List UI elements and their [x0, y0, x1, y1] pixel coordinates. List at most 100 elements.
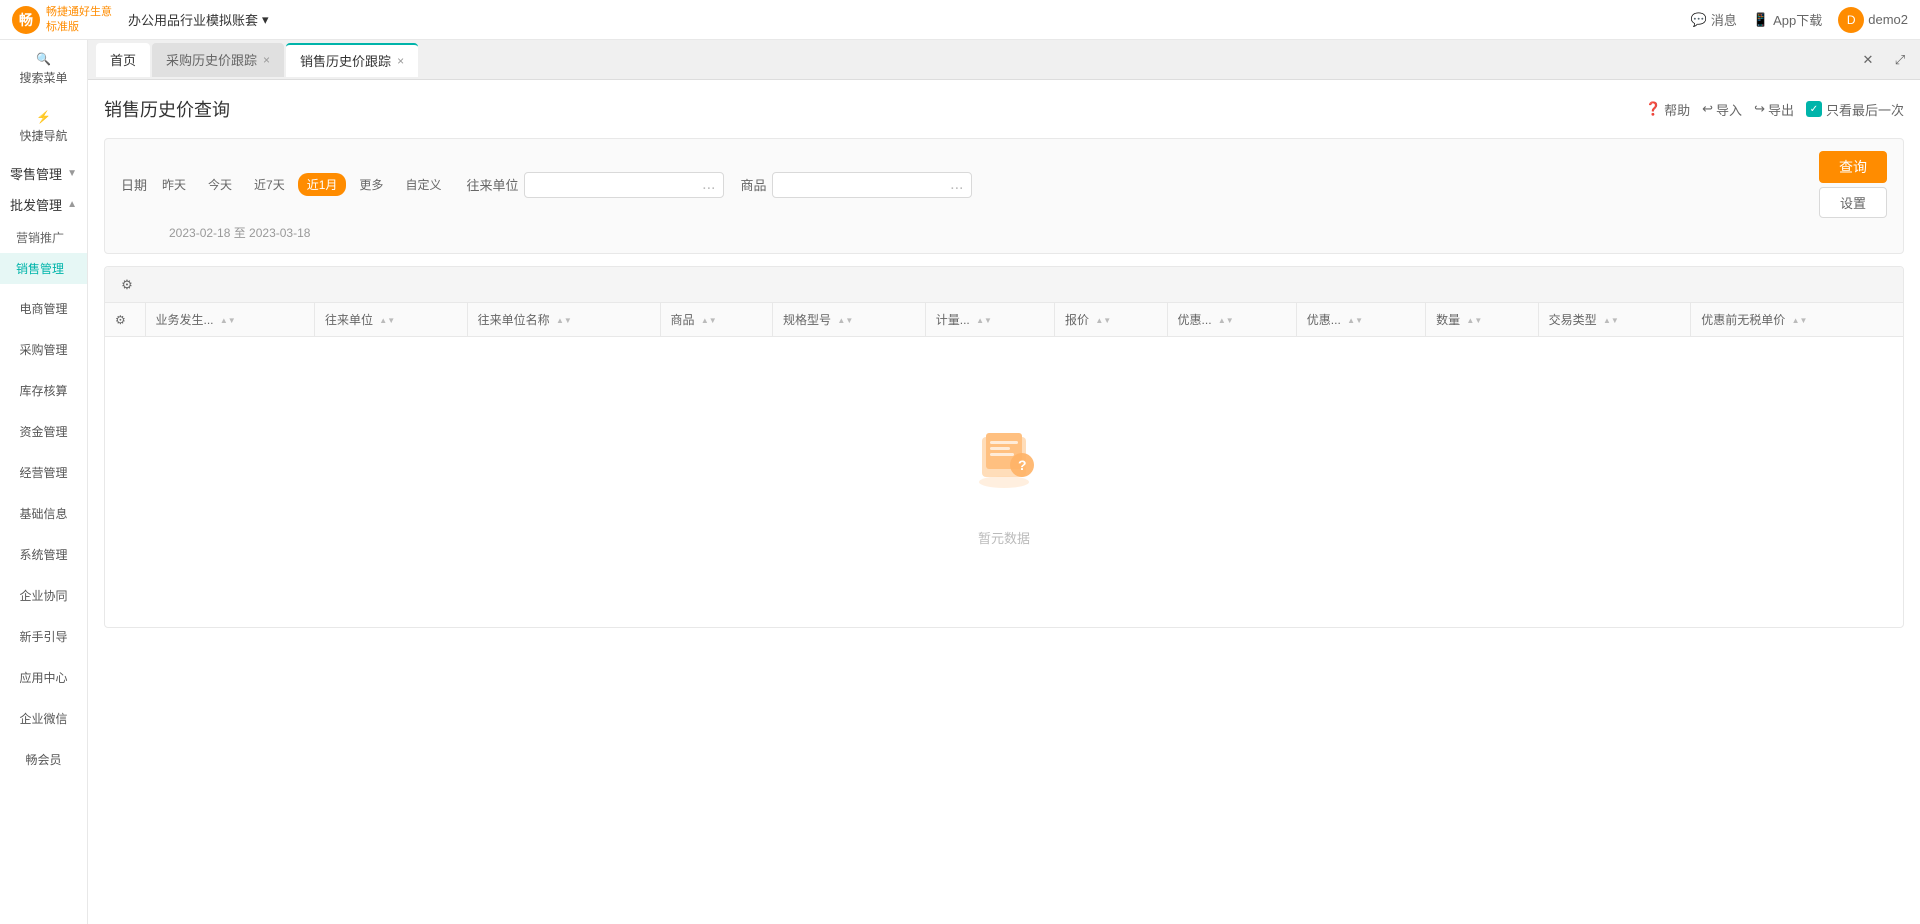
sort-arrows-partner-code: ▲▼ [379, 316, 395, 325]
export-button[interactable]: ↪ 导出 [1754, 100, 1794, 119]
sidebar-item-enterprise[interactable]: 企业协同 [0, 575, 87, 616]
import-icon: ↩ [1702, 101, 1713, 117]
empty-state: ? 暂元数据 [105, 337, 1903, 627]
sidebar-item-basic[interactable]: 基础信息 [0, 493, 87, 534]
maximize-button[interactable]: ⤢ [1888, 48, 1912, 72]
sidebar-item-shortcut[interactable]: ⚡ 快捷导航 [0, 98, 87, 156]
date-btn-more[interactable]: 更多 [350, 173, 392, 196]
col-settings: ⚙ [105, 303, 145, 337]
settings-button[interactable]: 设置 [1819, 187, 1887, 218]
sidebar-item-operation[interactable]: 经营管理 [0, 452, 87, 493]
tab-bar: 首页 采购历史价跟踪 × 销售历史价跟踪 × ✕ ⤢ [88, 40, 1920, 80]
date-btn-today[interactable]: 今天 [199, 173, 241, 196]
date-btn-custom[interactable]: 自定义 [396, 173, 450, 196]
col-goods[interactable]: 商品 ▲▼ [660, 303, 773, 337]
date-buttons: 昨天 今天 近7天 近1月 更多 自定义 [153, 173, 450, 196]
sidebar: 🔍 搜索菜单 ⚡ 快捷导航 零售管理 ▼ 批发管理 ▲ 营销推广 销售管理 电商… [0, 40, 88, 924]
close-all-tabs-button[interactable]: ✕ [1856, 48, 1880, 72]
col-trade-type[interactable]: 交易类型 ▲▼ [1538, 303, 1691, 337]
query-button[interactable]: 查询 [1819, 151, 1887, 183]
col-quantity[interactable]: 数量 ▲▼ [1426, 303, 1539, 337]
sort-arrows-spec: ▲▼ [837, 316, 853, 325]
table-header-row: ⚙ 业务发生... ▲▼ 往来单位 ▲▼ 往来单位名称 ▲ [105, 303, 1903, 337]
sidebar-section-wholesale[interactable]: 批发管理 ▲ [0, 187, 87, 218]
col-pretax-price[interactable]: 优惠前无税单价 ▲▼ [1691, 303, 1903, 337]
app-download-button[interactable]: 📱 App下载 [1753, 10, 1822, 29]
col-discount1[interactable]: 优惠... ▲▼ [1167, 303, 1296, 337]
partner-filter: 往来单位 ... [466, 172, 724, 198]
tab-sales-history[interactable]: 销售历史价跟踪 × [286, 43, 418, 77]
sidebar-item-finance[interactable]: 资金管理 [0, 411, 87, 452]
sidebar-item-appstore[interactable]: 应用中心 [0, 657, 87, 698]
empty-icon: ? [964, 417, 1044, 516]
tab-sales-history-close[interactable]: × [397, 54, 404, 68]
date-range-row: 2023-02-18 至 2023-03-18 [121, 222, 1887, 241]
import-button[interactable]: ↩ 导入 [1702, 100, 1742, 119]
sidebar-item-guide[interactable]: 新手引导 [0, 616, 87, 657]
partner-input[interactable]: ... [524, 172, 724, 198]
col-partner-code[interactable]: 往来单位 ▲▼ [314, 303, 467, 337]
help-icon: ❓ [1645, 101, 1661, 117]
tab-home[interactable]: 首页 [96, 43, 150, 77]
lightning-icon: ⚡ [36, 110, 51, 124]
tab-purchase-history-close[interactable]: × [263, 53, 270, 67]
date-btn-last7[interactable]: 近7天 [245, 173, 294, 196]
sidebar-item-sales-mgmt[interactable]: 销售管理 [0, 253, 87, 284]
sidebar-item-search[interactable]: 🔍 搜索菜单 [0, 40, 87, 98]
sort-arrows-price: ▲▼ [1095, 316, 1111, 325]
col-partner-name[interactable]: 往来单位名称 ▲▼ [467, 303, 660, 337]
user-profile[interactable]: D demo2 [1838, 7, 1908, 33]
sidebar-item-member[interactable]: 畅会员 [0, 739, 87, 780]
sidebar-item-inventory[interactable]: 库存核算 [0, 370, 87, 411]
only-last-checkbox[interactable]: ✓ 只看最后一次 [1806, 100, 1904, 119]
empty-row: ? 暂元数据 [105, 337, 1903, 628]
table-container: ⚙ ⚙ 业务发生... ▲▼ 往来单位 ▲▼ [104, 266, 1904, 628]
goods-input[interactable]: ... [772, 172, 972, 198]
page-title-actions: ❓ 帮助 ↩ 导入 ↪ 导出 ✓ 只看最后一次 [1645, 100, 1904, 119]
checkbox-icon: ✓ [1806, 101, 1822, 117]
avatar: D [1838, 7, 1864, 33]
sidebar-wholesale-sub: 营销推广 销售管理 [0, 218, 87, 288]
date-label: 日期 [121, 175, 147, 194]
sort-arrows-biz-date: ▲▼ [220, 316, 236, 325]
date-btn-yesterday[interactable]: 昨天 [153, 173, 195, 196]
download-icon: 📱 [1753, 12, 1769, 28]
col-unit[interactable]: 计量... ▲▼ [925, 303, 1054, 337]
sidebar-item-marketing[interactable]: 营销推广 [0, 222, 87, 253]
tab-purchase-history[interactable]: 采购历史价跟踪 × [152, 43, 284, 77]
sort-arrows-pretax-price: ▲▼ [1792, 316, 1808, 325]
help-button[interactable]: ❓ 帮助 [1645, 100, 1690, 119]
data-table: ⚙ 业务发生... ▲▼ 往来单位 ▲▼ 往来单位名称 ▲ [105, 303, 1903, 627]
goods-filter: 商品 ... [740, 172, 972, 198]
header-left: 畅 畅捷通好生意 标准版 办公用品行业模拟账套 ▾ [12, 5, 277, 34]
message-button[interactable]: 💬 消息 [1691, 10, 1737, 29]
date-btn-last1m[interactable]: 近1月 [298, 173, 347, 196]
logo-area: 畅 畅捷通好生意 标准版 [12, 5, 112, 34]
content-area: 首页 采购历史价跟踪 × 销售历史价跟踪 × ✕ ⤢ 销售历史价查询 [88, 40, 1920, 924]
export-icon: ↪ [1754, 101, 1765, 117]
sort-arrows-trade-type: ▲▼ [1603, 316, 1619, 325]
table-settings-icon[interactable]: ⚙ [113, 271, 141, 299]
col-biz-date[interactable]: 业务发生... ▲▼ [145, 303, 314, 337]
filter-row: 日期 昨天 今天 近7天 近1月 更多 自定义 往来单位 [121, 151, 1887, 218]
sort-arrows-partner-name: ▲▼ [556, 316, 572, 325]
sort-arrows-discount2: ▲▼ [1347, 316, 1363, 325]
filter-area: 日期 昨天 今天 近7天 近1月 更多 自定义 往来单位 [104, 138, 1904, 254]
col-price[interactable]: 报价 ▲▼ [1055, 303, 1168, 337]
sidebar-item-purchase[interactable]: 采购管理 [0, 329, 87, 370]
sidebar-item-system[interactable]: 系统管理 [0, 534, 87, 575]
sort-arrows-unit: ▲▼ [976, 316, 992, 325]
col-discount2[interactable]: 优惠... ▲▼ [1296, 303, 1425, 337]
sidebar-item-ecommerce[interactable]: 电商管理 [0, 288, 87, 329]
top-header: 畅 畅捷通好生意 标准版 办公用品行业模拟账套 ▾ 💬 消息 📱 App下载 D… [0, 0, 1920, 40]
col-spec[interactable]: 规格型号 ▲▼ [773, 303, 926, 337]
partner-dots: ... [702, 176, 715, 194]
app-selector[interactable]: 办公用品行业模拟账套 ▾ [120, 6, 277, 33]
goods-dots: ... [950, 176, 963, 194]
table-body: ? 暂元数据 [105, 337, 1903, 628]
empty-text: 暂元数据 [978, 528, 1030, 547]
sidebar-section-retail[interactable]: 零售管理 ▼ [0, 156, 87, 187]
sort-arrows-quantity: ▲▼ [1466, 316, 1482, 325]
filter-buttons: 查询 设置 [1819, 151, 1887, 218]
sidebar-item-wechat[interactable]: 企业微信 [0, 698, 87, 739]
